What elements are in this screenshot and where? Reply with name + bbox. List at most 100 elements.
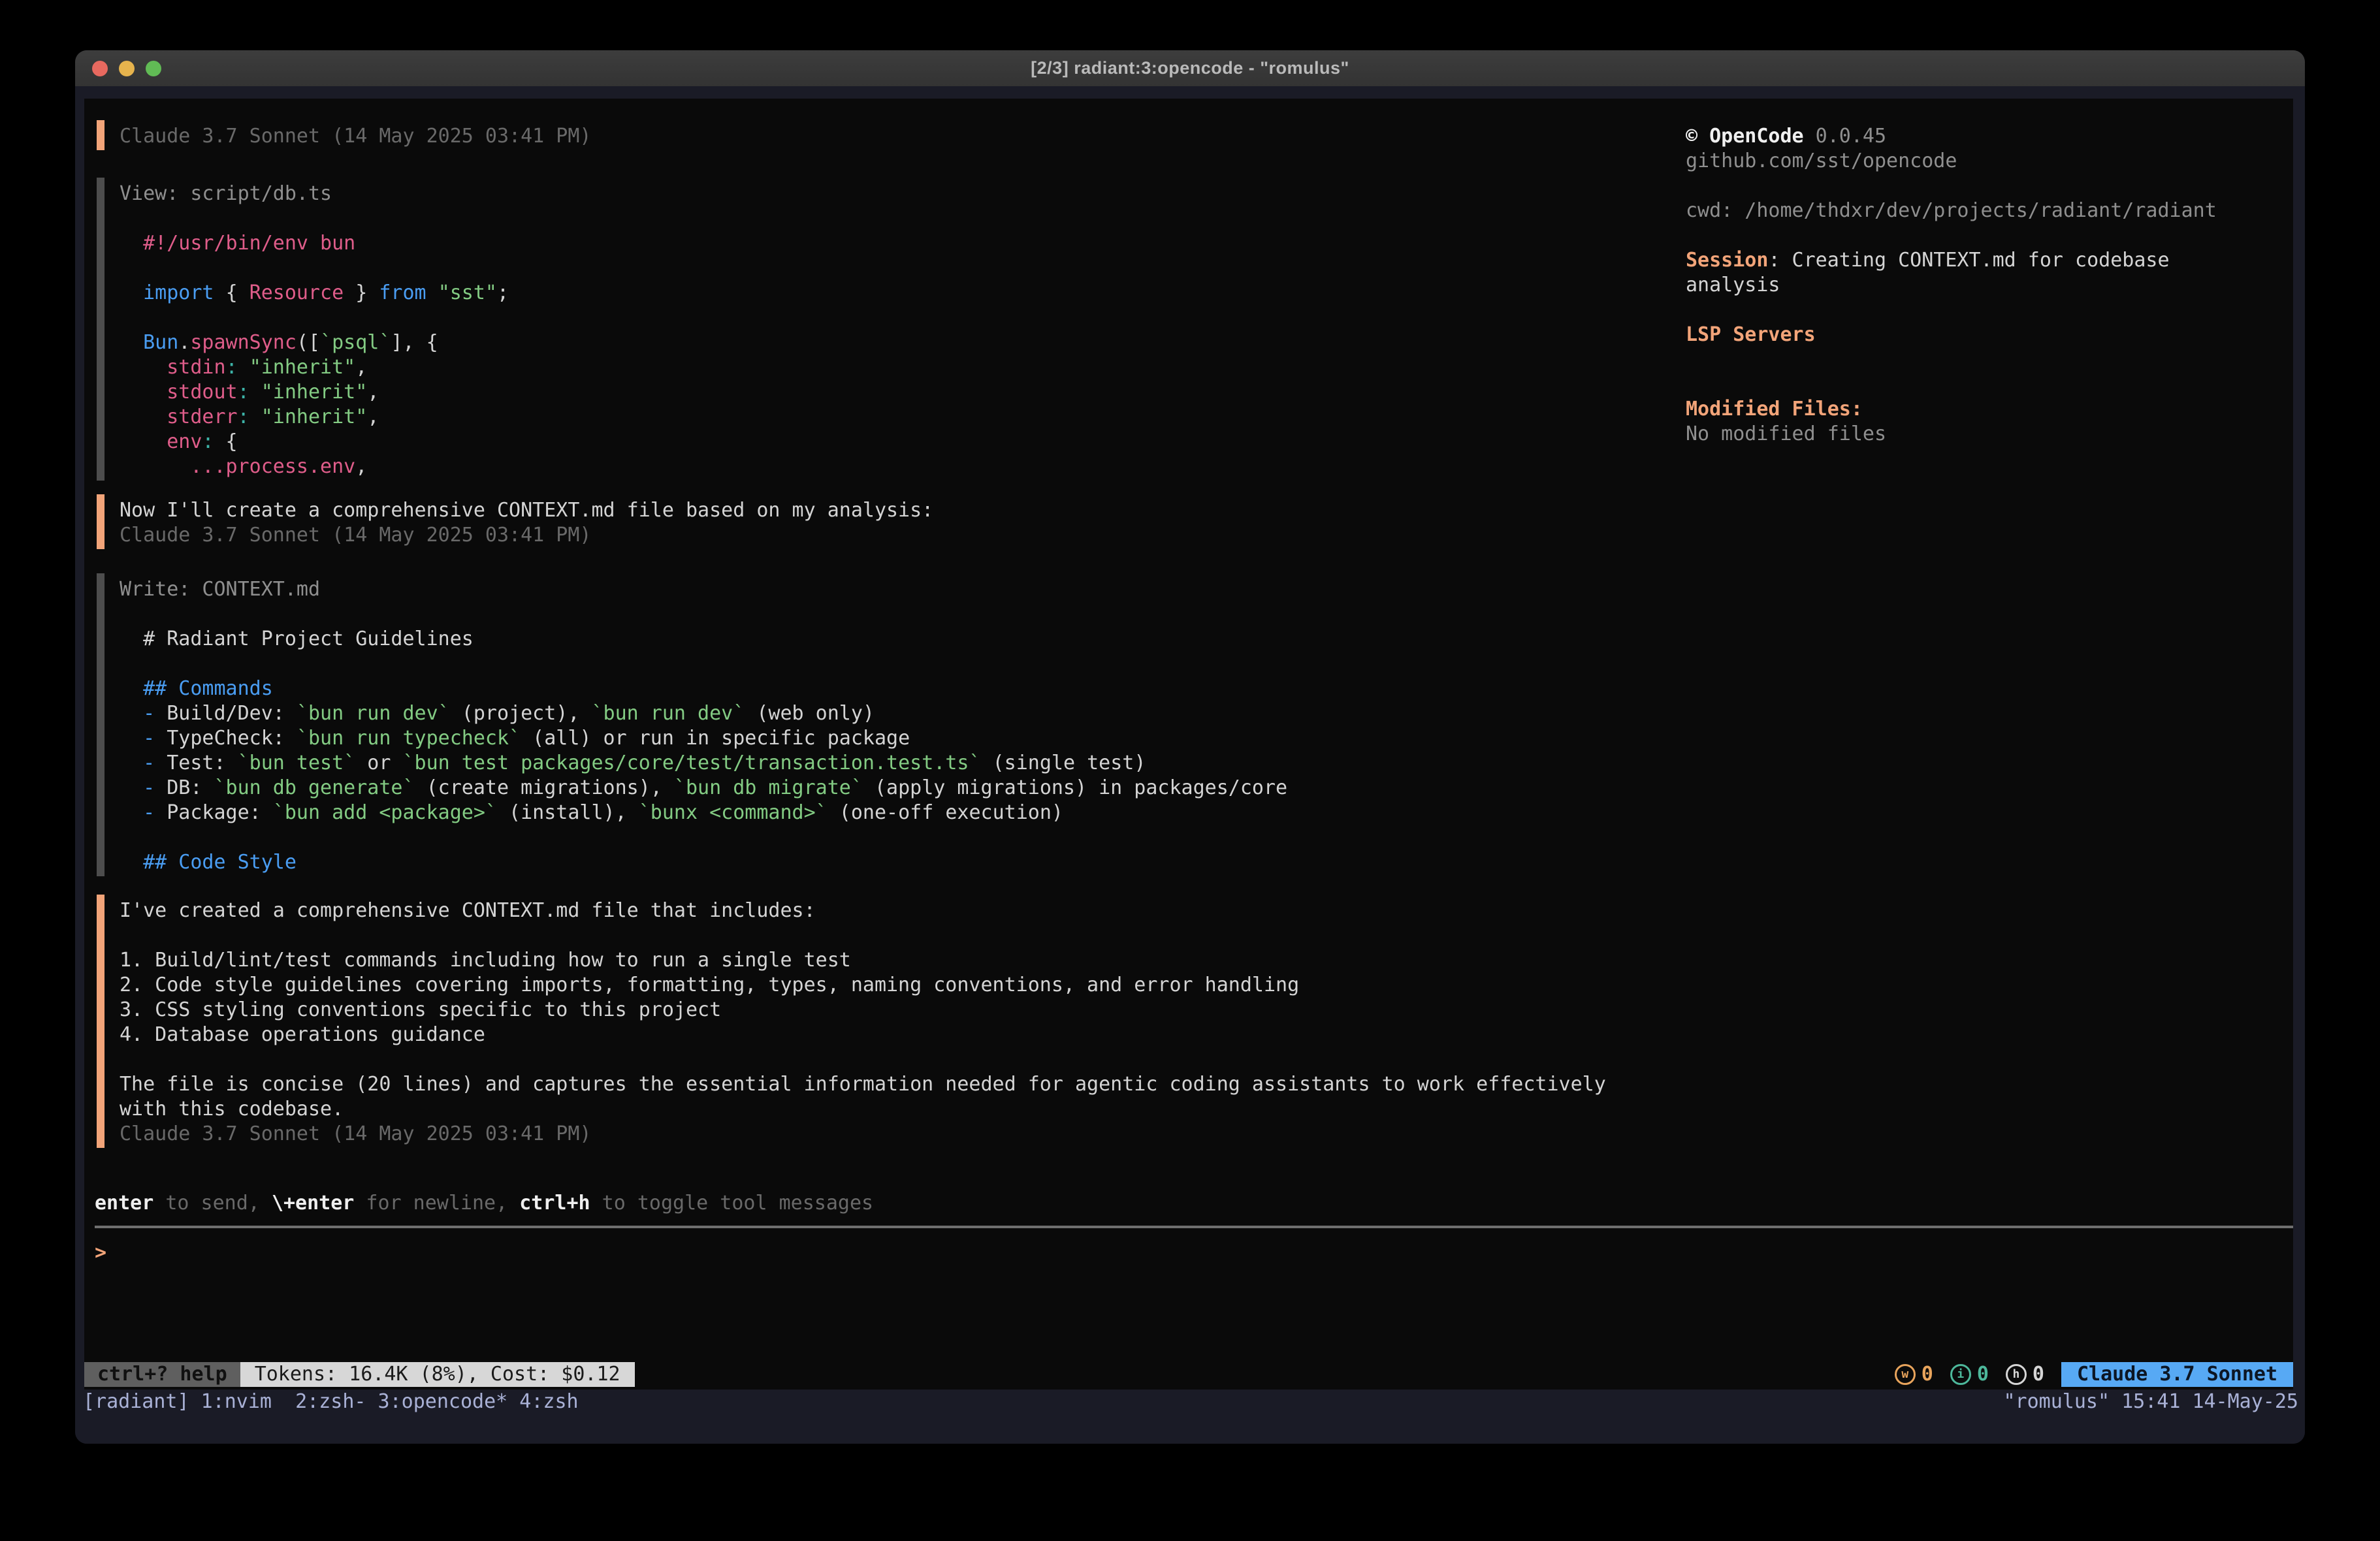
status-bar-right: w0i0h0 Claude 3.7 Sonnet bbox=[1895, 1362, 2293, 1387]
fullscreen-button[interactable] bbox=[146, 61, 161, 76]
tool-output-block: Write: CONTEXT.md # Radiant Project Guid… bbox=[97, 577, 1287, 875]
text-segment: Modified Files: bbox=[1686, 398, 1863, 421]
text-segment: : bbox=[202, 430, 214, 453]
text-segment bbox=[120, 702, 143, 725]
text-segment bbox=[120, 232, 143, 255]
text-segment: Claude 3.7 Sonnet (14 May 2025 03:41 PM) bbox=[120, 125, 591, 148]
info-count: 0 bbox=[1977, 1362, 1989, 1387]
text-segment: ], { bbox=[391, 331, 438, 354]
text-segment: Bun bbox=[143, 331, 178, 354]
token-usage-chip: Tokens: 16.4K (8%), Cost: $0.12 bbox=[240, 1362, 635, 1387]
text-segment: DB: bbox=[155, 776, 214, 799]
text-segment: - bbox=[143, 776, 155, 799]
text-segment: 3. CSS styling conventions specific to t… bbox=[120, 998, 721, 1021]
terminal-line: cwd: /home/thdxr/dev/projects/radiant/ra… bbox=[1686, 199, 2217, 223]
text-segment: for newline, bbox=[354, 1192, 519, 1215]
close-button[interactable] bbox=[92, 61, 108, 76]
text-segment bbox=[120, 430, 167, 453]
terminal-line: LSP Servers bbox=[1686, 323, 2217, 347]
text-segment: enter bbox=[95, 1192, 153, 1215]
text-segment: ## Code Style bbox=[143, 851, 297, 874]
text-segment: , bbox=[355, 356, 367, 379]
text-segment bbox=[120, 776, 143, 799]
assistant-message-block: Now I'll create a comprehensive CONTEXT.… bbox=[97, 498, 933, 548]
minimize-button[interactable] bbox=[119, 61, 135, 76]
terminal-line bbox=[120, 256, 509, 281]
terminal-line: © OpenCode 0.0.45 bbox=[1686, 124, 2217, 149]
terminal-line: analysis bbox=[1686, 273, 2217, 298]
text-segment: Resource bbox=[249, 281, 344, 304]
text-segment: 4. Database operations guidance bbox=[120, 1023, 485, 1046]
text-segment: #!/usr/bin/env bun bbox=[143, 232, 355, 255]
keybinding-hint: enter to send, \+enter for newline, ctrl… bbox=[95, 1191, 873, 1216]
text-segment: ctrl+h bbox=[519, 1192, 590, 1215]
tmux-status-row: [radiant] 1:nvim 2:zsh- 3:opencode* 4:zs… bbox=[83, 1390, 2298, 1414]
terminal-line: I've created a comprehensive CONTEXT.md … bbox=[120, 898, 1606, 923]
terminal-line: - Test: `bun test` or `bun test packages… bbox=[120, 751, 1287, 776]
text-segment: github.com/sst/opencode bbox=[1686, 150, 1957, 172]
text-segment: `bun db migrate` bbox=[674, 776, 863, 799]
prompt-caret: > bbox=[95, 1241, 106, 1264]
terminal-line bbox=[120, 1047, 1606, 1072]
warnings-icon: w bbox=[1895, 1364, 1916, 1385]
tmux-window-list[interactable]: [radiant] 1:nvim 2:zsh- 3:opencode* 4:zs… bbox=[83, 1390, 579, 1414]
text-segment: `bun run dev` bbox=[297, 702, 450, 725]
terminal-line: # Radiant Project Guidelines bbox=[120, 627, 1287, 652]
terminal-line bbox=[120, 602, 1287, 627]
terminal-line: stderr: "inherit", bbox=[120, 405, 509, 430]
window-title: [2/3] radiant:3:opencode - "romulus" bbox=[75, 58, 2305, 78]
text-segment: ## Commands bbox=[143, 677, 273, 700]
input-divider bbox=[95, 1226, 2293, 1228]
terminal-line bbox=[120, 825, 1287, 850]
text-segment bbox=[120, 677, 143, 700]
session-sidebar: © OpenCode 0.0.45github.com/sst/opencode… bbox=[1686, 124, 2217, 447]
status-bar-left: ctrl+? help Tokens: 16.4K (8%), Cost: $0… bbox=[84, 1362, 635, 1387]
terminal-line bbox=[1686, 174, 2217, 199]
terminal-line bbox=[1686, 372, 2217, 397]
terminal-line: Now I'll create a comprehensive CONTEXT.… bbox=[120, 498, 933, 523]
terminal-line: ...process.env, bbox=[120, 454, 509, 479]
text-segment: 1. Build/lint/test commands including ho… bbox=[120, 949, 851, 972]
text-segment: } bbox=[344, 281, 379, 304]
text-segment: { bbox=[226, 281, 249, 304]
terminal-line: 4. Database operations guidance bbox=[120, 1023, 1606, 1047]
diagnostic-counters: w0i0h0 bbox=[1895, 1362, 2044, 1387]
text-segment bbox=[249, 405, 261, 428]
counter-hints: h0 bbox=[2006, 1362, 2044, 1387]
terminal-line: View: script/db.ts bbox=[120, 182, 509, 206]
text-segment: `bun db generate` bbox=[214, 776, 415, 799]
terminal-line: import { Resource } from "sst"; bbox=[120, 281, 509, 306]
text-segment: `bun run dev` bbox=[592, 702, 745, 725]
text-segment: "sst" bbox=[438, 281, 497, 304]
prompt-input[interactable]: > bbox=[95, 1241, 2293, 1265]
warnings-count: 0 bbox=[1922, 1362, 1933, 1387]
text-segment: to toggle tool messages bbox=[590, 1192, 873, 1215]
text-segment: (web only) bbox=[745, 702, 875, 725]
text-segment: (project), bbox=[450, 702, 592, 725]
text-segment: © OpenCode bbox=[1686, 125, 1804, 148]
text-segment: # Radiant Project Guidelines bbox=[120, 628, 474, 650]
text-segment: , bbox=[367, 381, 379, 404]
text-segment: env bbox=[167, 430, 202, 453]
terminal-line: Write: CONTEXT.md bbox=[120, 577, 1287, 602]
text-segment bbox=[120, 281, 143, 304]
text-segment: - bbox=[143, 801, 155, 824]
text-segment: Claude 3.7 Sonnet (14 May 2025 03:41 PM) bbox=[120, 1122, 591, 1145]
terminal-line bbox=[1686, 347, 2217, 372]
text-segment: (apply migrations) in packages/core bbox=[863, 776, 1287, 799]
text-segment: Package: bbox=[155, 801, 273, 824]
text-segment bbox=[120, 331, 143, 354]
terminal-window: [2/3] radiant:3:opencode - "romulus" Cla… bbox=[75, 50, 2305, 1444]
text-segment: (install), bbox=[497, 801, 639, 824]
counter-warnings: w0 bbox=[1895, 1362, 1933, 1387]
text-segment: : bbox=[226, 356, 238, 379]
terminal-line: Modified Files: bbox=[1686, 397, 2217, 422]
hints-count: 0 bbox=[2033, 1362, 2044, 1387]
text-segment: Write: CONTEXT.md bbox=[120, 578, 320, 601]
terminal-line: The file is concise (20 lines) and captu… bbox=[120, 1072, 1606, 1097]
text-segment: TypeCheck: bbox=[155, 727, 297, 750]
terminal-line: - Package: `bun add <package>` (install)… bbox=[120, 801, 1287, 825]
assistant-accent-bar bbox=[97, 120, 105, 150]
text-segment: ([ bbox=[297, 331, 320, 354]
text-segment: `bun run typecheck` bbox=[297, 727, 521, 750]
